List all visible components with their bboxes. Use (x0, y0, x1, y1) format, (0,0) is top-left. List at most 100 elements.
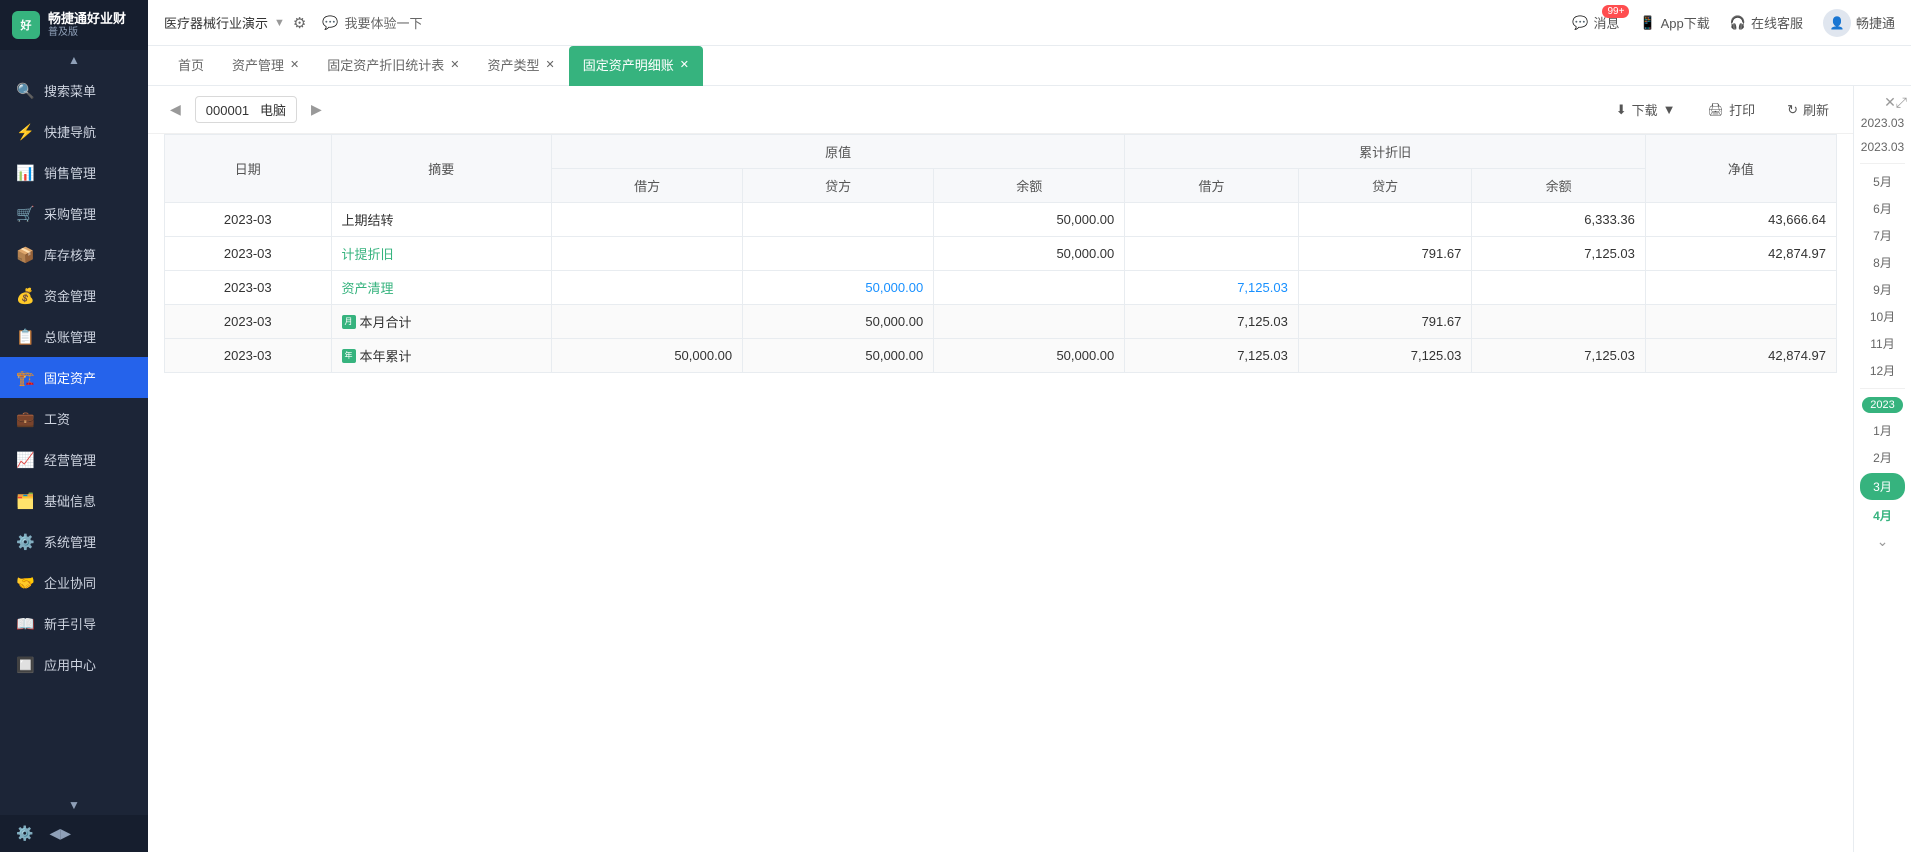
sidebar-item-fixed-assets-label: 固定资产 (44, 368, 96, 387)
month-badge: 月 本月合计 (342, 312, 412, 331)
timeline-close-button[interactable]: ✕ (1884, 94, 1896, 111)
tab-close-icon[interactable]: ✕ (680, 58, 689, 71)
cell-net-value: 43,666.64 (1645, 203, 1836, 237)
timeline-expand-button[interactable]: ⤢ (1896, 94, 1907, 111)
refresh-button[interactable]: ↻ 刷新 (1779, 96, 1837, 123)
cell-accum-balance (1472, 305, 1646, 339)
cell-accum-debit (1125, 203, 1299, 237)
cell-date: 2023-03 (165, 339, 332, 373)
app-download-label: App下载 (1661, 13, 1710, 32)
sidebar-item-ledger[interactable]: 📋 总账管理 (0, 316, 148, 357)
timeline-month-4[interactable]: 4月 (1854, 502, 1911, 529)
tab-fixed-asset-detail-label: 固定资产明细账 (583, 55, 674, 74)
cell-net-value (1645, 271, 1836, 305)
timeline-month-5[interactable]: 5月 (1854, 168, 1911, 195)
timeline-month-6[interactable]: 6月 (1854, 195, 1911, 222)
timeline-year-badge[interactable]: 2023 (1862, 397, 1902, 413)
timeline-month-11[interactable]: 11月 (1854, 330, 1911, 357)
tab-home-label: 首页 (178, 55, 204, 74)
col-orig-credit: 贷方 (743, 169, 934, 203)
tab-close-icon[interactable]: ✕ (290, 58, 299, 71)
tab-depreciation-stats-label: 固定资产折旧统计表 (327, 55, 444, 74)
cell-summary-link[interactable]: 计提折旧 (331, 237, 552, 271)
settings-icon[interactable]: ⚙ (293, 14, 306, 32)
timeline-month-2[interactable]: 2月 (1854, 444, 1911, 471)
tab-asset-management[interactable]: 资产管理 ✕ (218, 46, 313, 86)
timeline-month-1[interactable]: 1月 (1854, 417, 1911, 444)
timeline-month-9[interactable]: 9月 (1854, 276, 1911, 303)
user-name: 畅捷通 (1856, 13, 1895, 32)
tab-home[interactable]: 首页 (164, 46, 218, 86)
cell-orig-credit: 50,000.00 (743, 305, 934, 339)
sidebar-item-collaboration[interactable]: 🤝 企业协同 (0, 562, 148, 603)
sidebar-item-purchase-label: 采购管理 (44, 204, 96, 223)
sidebar-item-finance[interactable]: 💰 资金管理 (0, 275, 148, 316)
asset-next-button[interactable]: ▶ (305, 99, 328, 120)
sidebar-item-app-center[interactable]: 🔲 应用中心 (0, 644, 148, 685)
month-icon: 月 (342, 315, 356, 329)
cell-orig-balance (934, 305, 1125, 339)
col-net-value: 净值 (1645, 135, 1836, 203)
sidebar-item-purchase[interactable]: 🛒 采购管理 (0, 193, 148, 234)
main-content: 医疗器械行业演示 ▼ ⚙ 💬 我要体验一下 💬 消息 99+ 📱 App下载 🎧… (148, 0, 1911, 852)
tab-close-icon[interactable]: ✕ (450, 58, 459, 71)
sidebar-item-search[interactable]: 🔍 搜索菜单 (0, 70, 148, 111)
company-name: 医疗器械行业演示 (164, 13, 268, 32)
timeline-month-8[interactable]: 8月 (1854, 249, 1911, 276)
tab-depreciation-stats[interactable]: 固定资产折旧统计表 ✕ (313, 46, 473, 86)
sidebar-item-operations[interactable]: 📈 经营管理 (0, 439, 148, 480)
sales-icon: 📊 (16, 164, 34, 182)
sidebar-item-search-label: 搜索菜单 (44, 81, 96, 100)
message-button[interactable]: 💬 消息 99+ (1572, 13, 1619, 32)
cell-orig-credit: 50,000.00 (743, 271, 934, 305)
tab-close-icon[interactable]: ✕ (546, 58, 555, 71)
chevron-down-icon: ▼ (274, 17, 285, 29)
asset-code-badge: 000001 电脑 (195, 96, 297, 123)
timeline-month-10[interactable]: 10月 (1854, 303, 1911, 330)
sidebar-scroll-down[interactable]: ▼ (0, 795, 148, 815)
collapse-icon[interactable]: ◀▶ (49, 825, 71, 842)
print-button[interactable]: 🖨 打印 (1700, 96, 1764, 123)
sidebar-item-guide[interactable]: 📖 新手引导 (0, 603, 148, 644)
tab-fixed-asset-detail[interactable]: 固定资产明细账 ✕ (569, 46, 703, 86)
settings-bottom-icon[interactable]: ⚙️ (16, 825, 33, 842)
timeline-month-7[interactable]: 7月 (1854, 222, 1911, 249)
timeline-close-row: ✕ ⤢ (1854, 90, 1911, 111)
cell-date: 2023-03 (165, 271, 332, 305)
sidebar-bottom: ⚙️ ◀▶ (0, 815, 148, 852)
sidebar-item-fixed-assets[interactable]: 🏗️ 固定资产 (0, 357, 148, 398)
sidebar-item-system[interactable]: ⚙️ 系统管理 (0, 521, 148, 562)
experience-button[interactable]: 💬 我要体验一下 (322, 13, 422, 32)
sidebar-item-app-center-label: 应用中心 (44, 655, 96, 674)
user-profile[interactable]: 👤 畅捷通 (1823, 9, 1895, 37)
message-badge: 99+ (1602, 5, 1629, 18)
tab-asset-type[interactable]: 资产类型 ✕ (473, 46, 568, 86)
year-icon: 年 (342, 349, 356, 363)
customer-service-button[interactable]: 🎧 在线客服 (1730, 13, 1803, 32)
sidebar-item-inventory[interactable]: 📦 库存核算 (0, 234, 148, 275)
cell-summary: 上期结转 (331, 203, 552, 237)
cell-date: 2023-03 (165, 203, 332, 237)
company-selector[interactable]: 医疗器械行业演示 ▼ (164, 13, 285, 32)
sidebar-scroll-up[interactable]: ▲ (0, 50, 148, 70)
sidebar-item-salary[interactable]: 💼 工资 (0, 398, 148, 439)
timeline-separator (1860, 388, 1906, 389)
timeline-month-12[interactable]: 12月 (1854, 357, 1911, 384)
cell-summary-link[interactable]: 资产清理 (331, 271, 552, 305)
app-download-button[interactable]: 📱 App下载 (1639, 13, 1709, 32)
timeline-month-3-active[interactable]: 3月 (1860, 473, 1905, 500)
timeline-down-button[interactable]: ⌄ (1873, 529, 1893, 554)
sidebar-item-inventory-label: 库存核算 (44, 245, 96, 264)
sidebar-item-basic-info[interactable]: 🗂️ 基础信息 (0, 480, 148, 521)
asset-prev-button[interactable]: ◀ (164, 99, 187, 120)
logo-title: 畅捷通好业财 (48, 11, 126, 27)
download-button[interactable]: ⬇ 下载 ▼ (1608, 96, 1684, 123)
sidebar-item-sales[interactable]: 📊 销售管理 (0, 152, 148, 193)
app-center-icon: 🔲 (16, 656, 34, 674)
timeline-current-label: 2023.03 (1854, 135, 1911, 159)
quick-nav-icon: ⚡ (16, 123, 34, 141)
experience-label: 我要体验一下 (345, 13, 423, 32)
sidebar-item-quick-nav[interactable]: ⚡ 快捷导航 (0, 111, 148, 152)
fixed-assets-icon: 🏗️ (16, 369, 34, 387)
cell-accum-debit: 7,125.03 (1125, 339, 1299, 373)
